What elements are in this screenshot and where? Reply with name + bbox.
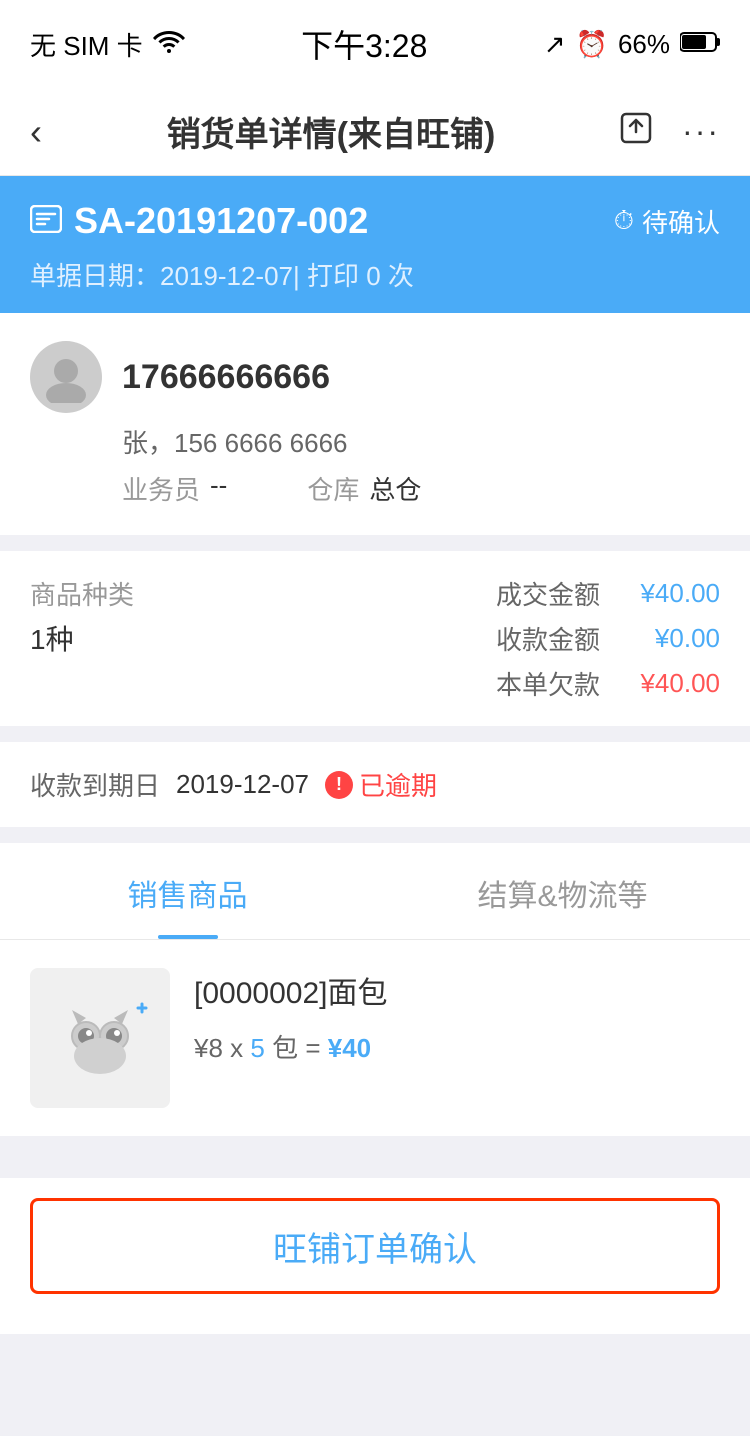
battery-level: 66% bbox=[618, 29, 670, 60]
product-type-value: 1种 bbox=[30, 618, 134, 658]
warehouse-meta: 仓库 总仓 bbox=[307, 470, 421, 507]
date-label: 单据日期： bbox=[30, 261, 160, 291]
received-line: 收款金额 ¥0.00 bbox=[496, 620, 720, 657]
tabs-section: 销售商品 结算&物流等 bbox=[0, 843, 750, 1136]
status-bar-time: 下午3:28 bbox=[301, 21, 427, 67]
tabs-row: 销售商品 结算&物流等 bbox=[0, 843, 750, 940]
product-qty: 5 bbox=[250, 1033, 264, 1063]
tab-settlement-label: 结算&物流等 bbox=[477, 880, 647, 913]
overdue-icon: ! bbox=[325, 771, 353, 799]
customer-meta: 业务员 -- 仓库 总仓 bbox=[122, 470, 720, 507]
received-label: 收款金额 bbox=[496, 620, 600, 657]
product-unit: 包 bbox=[272, 1033, 298, 1063]
product-type-label: 商品种类 bbox=[30, 575, 134, 612]
transaction-value: ¥40.00 bbox=[620, 578, 720, 609]
product-price: ¥8 x 5 包 = ¥40 bbox=[194, 1028, 720, 1065]
status-bar: 无 SIM 卡 下午3:28 ↗ ⏰ 66% bbox=[0, 0, 750, 88]
staff-meta: 业务员 -- bbox=[122, 470, 227, 507]
order-banner: SA-20191207-002 ⏱ 待确认 单据日期：2019-12-07| 打… bbox=[0, 176, 750, 313]
staff-value: -- bbox=[210, 470, 227, 507]
customer-phone: 17666666666 bbox=[122, 358, 330, 397]
product-code: [0000002] bbox=[194, 977, 327, 1010]
product-section: [0000002]面包 ¥8 x 5 包 = ¥40 bbox=[0, 940, 750, 1136]
nav-right-actions: ··· bbox=[620, 112, 720, 152]
page-title: 销货单详情(来自旺铺) bbox=[167, 107, 496, 156]
owed-value: ¥40.00 bbox=[620, 668, 720, 699]
status-text: 待确认 bbox=[642, 203, 720, 240]
back-button[interactable]: ‹ bbox=[30, 111, 42, 153]
stats-left: 商品种类 1种 bbox=[30, 575, 134, 658]
due-label: 收款到期日 bbox=[30, 766, 160, 803]
confirm-order-button[interactable]: 旺铺订单确认 bbox=[30, 1198, 720, 1294]
stats-section: 商品种类 1种 成交金额 ¥40.00 收款金额 ¥0.00 本单欠款 ¥40.… bbox=[0, 551, 750, 726]
stats-right: 成交金额 ¥40.00 收款金额 ¥0.00 本单欠款 ¥40.00 bbox=[496, 575, 720, 702]
warehouse-value: 总仓 bbox=[369, 470, 421, 507]
product-image bbox=[30, 968, 170, 1108]
due-date-section: 收款到期日 2019-12-07 ! 已逾期 bbox=[0, 742, 750, 827]
alarm-icon: ⏰ bbox=[576, 29, 608, 60]
clock-icon: ⏱ bbox=[614, 205, 634, 237]
order-icon bbox=[30, 200, 62, 242]
confirm-button-wrap: 旺铺订单确认 bbox=[0, 1178, 750, 1334]
tab-sales-products[interactable]: 销售商品 bbox=[0, 843, 375, 939]
tab-settlement[interactable]: 结算&物流等 bbox=[375, 843, 750, 939]
product-name: [0000002]面包 bbox=[194, 968, 720, 1012]
customer-name-info: 张，156 6666 6666 bbox=[122, 423, 720, 460]
product-item: [0000002]面包 ¥8 x 5 包 = ¥40 bbox=[30, 968, 720, 1108]
warehouse-label: 仓库 bbox=[307, 470, 359, 507]
avatar bbox=[30, 341, 102, 413]
received-value: ¥0.00 bbox=[620, 623, 720, 654]
equals-sign: = bbox=[305, 1033, 327, 1063]
order-status: ⏱ 待确认 bbox=[614, 203, 720, 240]
date-value: 2019-12-07 bbox=[160, 261, 293, 291]
status-bar-left: 无 SIM 卡 bbox=[30, 26, 185, 63]
staff-label: 业务员 bbox=[122, 470, 200, 507]
owed-label: 本单欠款 bbox=[496, 665, 600, 702]
multiply-sign: x bbox=[230, 1033, 250, 1063]
overdue-badge: ! 已逾期 bbox=[325, 766, 437, 803]
unit-price: ¥8 bbox=[194, 1033, 223, 1063]
transaction-label: 成交金额 bbox=[496, 575, 600, 612]
sim-indicator: 无 SIM 卡 bbox=[30, 26, 143, 63]
print-info: | 打印 0 次 bbox=[293, 261, 414, 291]
battery-icon bbox=[680, 29, 720, 60]
order-number: SA-20191207-002 bbox=[74, 200, 368, 242]
due-date-value: 2019-12-07 bbox=[176, 769, 309, 800]
order-id: SA-20191207-002 bbox=[30, 200, 368, 242]
product-total: ¥40 bbox=[328, 1033, 371, 1063]
product-info: [0000002]面包 ¥8 x 5 包 = ¥40 bbox=[194, 968, 720, 1065]
transaction-line: 成交金额 ¥40.00 bbox=[496, 575, 720, 612]
location-icon: ↗ bbox=[544, 29, 566, 60]
tab-sales-label: 销售商品 bbox=[128, 880, 248, 913]
status-bar-right: ↗ ⏰ 66% bbox=[544, 29, 720, 60]
product-name-text: 面包 bbox=[327, 977, 387, 1010]
more-button[interactable]: ··· bbox=[682, 113, 720, 150]
order-date: 单据日期：2019-12-07| 打印 0 次 bbox=[30, 256, 720, 293]
share-button[interactable] bbox=[620, 112, 652, 152]
owed-line: 本单欠款 ¥40.00 bbox=[496, 665, 720, 702]
wifi-icon bbox=[153, 29, 185, 60]
customer-section: 17666666666 张，156 6666 6666 业务员 -- 仓库 总仓 bbox=[0, 313, 750, 535]
overdue-text: 已逾期 bbox=[359, 766, 437, 803]
nav-bar: ‹ 销货单详情(来自旺铺) ··· bbox=[0, 88, 750, 176]
